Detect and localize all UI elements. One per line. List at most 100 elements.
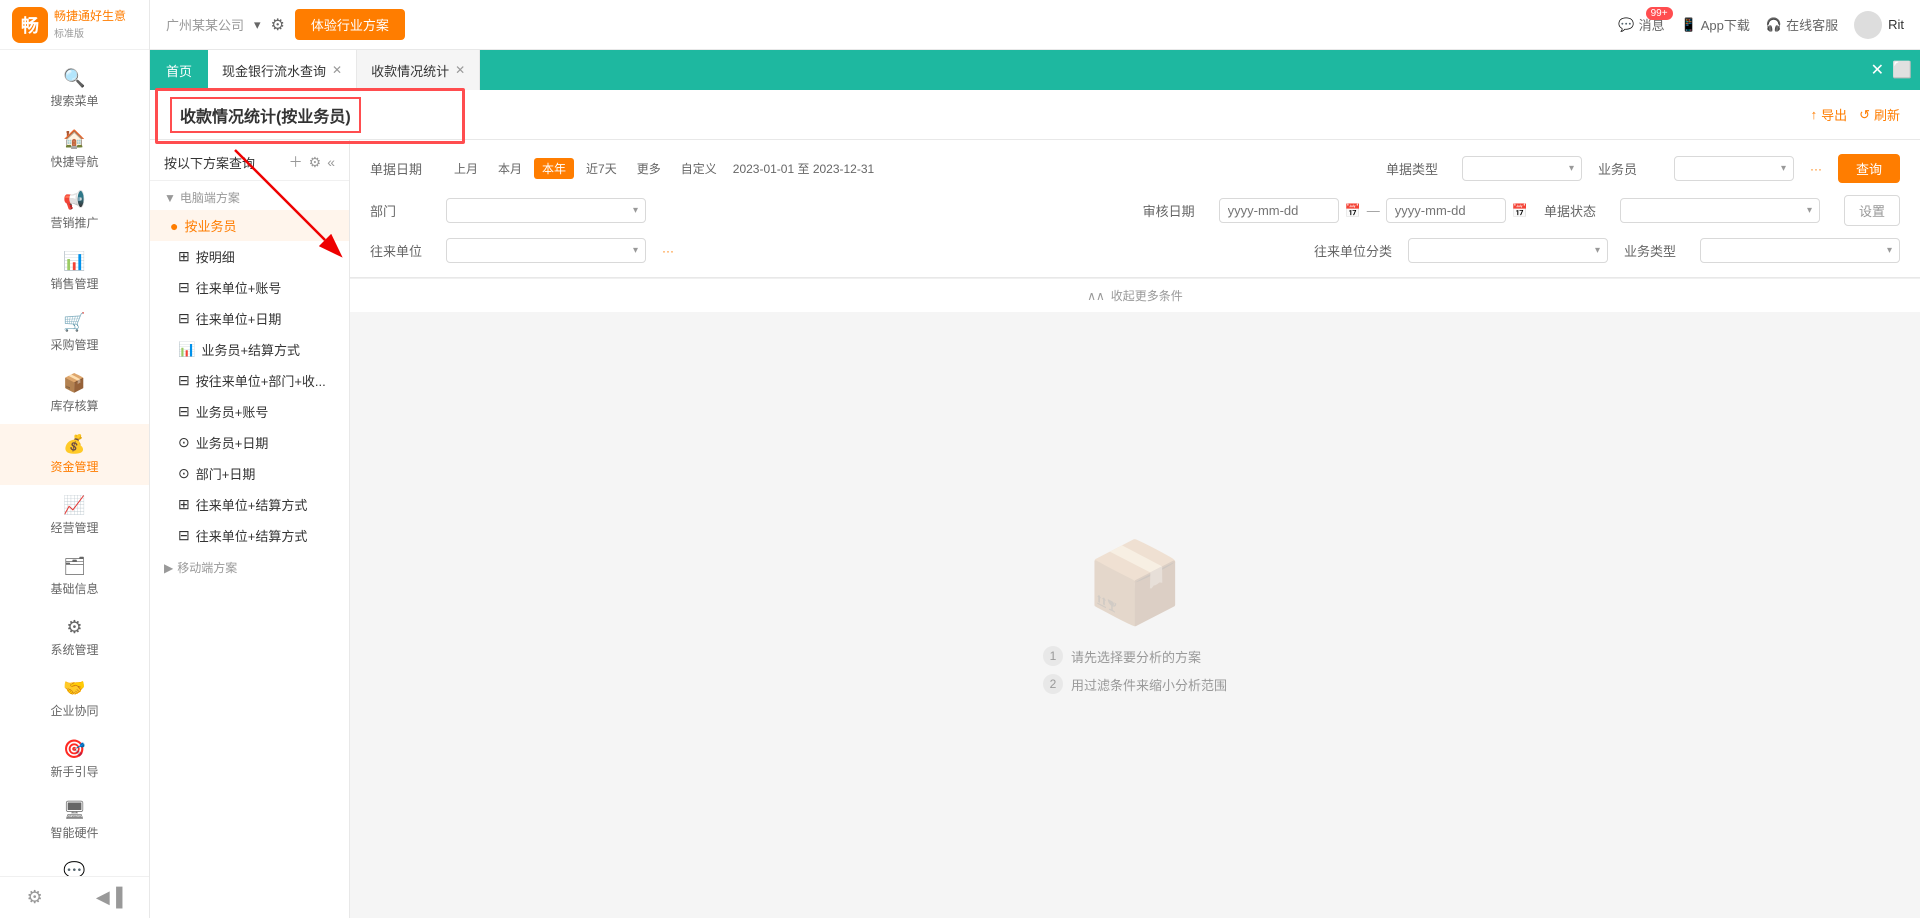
sidebar-item-finance[interactable]: 💰 资金管理 [0, 424, 149, 485]
salesperson-more-btn[interactable]: ··· [1810, 162, 1822, 176]
search-icon: 🔍 [63, 68, 85, 89]
date-tabs: 上月 本月 本年 近7天 更多 自定义 2023-01-01 至 2023-12… [446, 158, 874, 179]
filter-row-1: 单据日期 上月 本月 本年 近7天 更多 自定义 2023-01-01 至 20… [370, 154, 1900, 183]
close-receipt-tab-icon[interactable]: ✕ [455, 63, 465, 77]
partner-category-select[interactable] [1408, 238, 1608, 263]
sidebar-item-guide[interactable]: 🎯 新手引导 [0, 729, 149, 790]
sidebar-item-sales[interactable]: 📊 销售管理 [0, 241, 149, 302]
gear-icon[interactable]: ⚙ [271, 15, 285, 35]
service-label: 在线客服 [1786, 15, 1838, 34]
audit-start-input[interactable] [1219, 198, 1339, 223]
mobile-category[interactable]: ▶ 移动端方案 [150, 551, 349, 580]
logo-area: 畅 畅捷通好生意 标准版 [0, 0, 149, 50]
scheme-settings-icon[interactable]: ⚙ [309, 154, 322, 171]
desktop-category-label: 电脑端方案 [180, 189, 240, 206]
voucher-status-select[interactable] [1620, 198, 1820, 223]
app-download-button[interactable]: 📱 App下载 [1681, 15, 1750, 34]
partner-more-btn[interactable]: ··· [662, 244, 674, 258]
settings-bottom-icon[interactable]: ⚙ [27, 887, 43, 908]
maximize-icon[interactable]: ⬜ [1892, 60, 1912, 80]
scheme-partner-date[interactable]: ⊟ 往来单位+日期 [150, 303, 349, 334]
scheme-dept-date[interactable]: ⊙ 部门+日期 [150, 458, 349, 489]
tip-num-1: 1 [1043, 646, 1063, 666]
sidebar-item-basic[interactable]: 🗂 基础信息 [0, 546, 149, 607]
voucher-status-select-wrapper: ▾ [1620, 198, 1820, 223]
tab-cashflow-label: 现金银行流水查询 [222, 61, 326, 80]
add-scheme-icon[interactable]: ＋ [289, 152, 303, 172]
tab-receipt[interactable]: 收款情况统计 ✕ [357, 50, 480, 90]
content-area: 按以下方案查询 ＋ ⚙ « ▼ 电脑端方案 ● 按业务员 ⊞ [150, 140, 1920, 918]
scheme-partner-settlement-1[interactable]: ⊞ 往来单位+结算方式 [150, 489, 349, 520]
refresh-button[interactable]: ↺ 刷新 [1859, 105, 1900, 124]
trial-button[interactable]: 体验行业方案 [295, 9, 405, 40]
sidebar-item-wechat[interactable]: 💬 企业微信 [0, 851, 149, 876]
scheme-by-salesperson[interactable]: ● 按业务员 [150, 210, 349, 241]
scheme-partner-account[interactable]: ⊟ 往来单位+账号 [150, 272, 349, 303]
tip-text-1: 请先选择要分析的方案 [1071, 647, 1201, 666]
date-tab-this-month[interactable]: 本月 [490, 158, 530, 179]
chart-icon: 📊 [178, 341, 195, 358]
sidebar-item-system[interactable]: ⚙ 系统管理 [0, 607, 149, 668]
scheme-by-detail[interactable]: ⊞ 按明细 [150, 241, 349, 272]
sidebar-item-quicknav[interactable]: 🏠 快捷导航 [0, 119, 149, 180]
audit-end-input[interactable] [1386, 198, 1506, 223]
phone-icon: 📱 [1681, 17, 1697, 33]
voucher-type-select[interactable] [1462, 156, 1582, 181]
messages-button[interactable]: 💬 消息 99+ [1618, 15, 1664, 34]
purchase-icon: 🛒 [63, 312, 85, 333]
breadcrumb: 广州某某公司 [166, 15, 244, 34]
sidebar-item-purchase[interactable]: 🛒 采购管理 [0, 302, 149, 363]
settings-button[interactable]: 设置 [1844, 195, 1900, 226]
salesperson-select[interactable] [1674, 156, 1794, 181]
collapse-panel-icon[interactable]: « [327, 154, 335, 170]
close-all-tabs-icon[interactable]: ✕ [1871, 60, 1884, 80]
biz-type-select[interactable] [1700, 238, 1900, 263]
empty-tip-2: 2 用过滤条件来缩小分析范围 [1043, 674, 1227, 694]
scheme-partner-settlement-2[interactable]: ⊟ 往来单位+结算方式 [150, 520, 349, 551]
audit-end-calendar-icon[interactable]: 📅 [1512, 203, 1528, 219]
audit-start-calendar-icon[interactable]: 📅 [1345, 203, 1361, 219]
circle-icon-1: ⊙ [178, 434, 190, 451]
dept-select[interactable] [446, 198, 646, 223]
sidebar-bottom: ⚙ ◀▐ [0, 876, 149, 918]
date-tab-custom[interactable]: 自定义 [673, 158, 725, 179]
date-tab-this-year[interactable]: 本年 [534, 158, 574, 179]
sidebar-item-search[interactable]: 🔍 搜索菜单 [0, 58, 149, 119]
avatar [1854, 11, 1882, 39]
sidebar-item-hardware[interactable]: 🖥 智能硬件 [0, 790, 149, 851]
tip-text-2: 用过滤条件来缩小分析范围 [1071, 675, 1227, 694]
system-icon: ⚙ [66, 617, 82, 638]
sidebar-item-enterprise[interactable]: 🤝 企业协同 [0, 668, 149, 729]
dropdown-arrow-icon[interactable]: ▾ [254, 17, 261, 33]
date-tab-last-month[interactable]: 上月 [446, 158, 486, 179]
user-menu-button[interactable]: Rit [1854, 11, 1904, 39]
date-tab-more[interactable]: 更多 [629, 158, 669, 179]
collapse-sidebar-icon[interactable]: ◀▐ [96, 887, 123, 908]
panel-header: 按以下方案查询 ＋ ⚙ « [150, 140, 349, 181]
date-tab-7days[interactable]: 近7天 [578, 158, 625, 179]
grid-icon: ⊞ [178, 248, 190, 265]
tab-cashflow[interactable]: 现金银行流水查询 ✕ [208, 50, 357, 90]
close-cashflow-tab-icon[interactable]: ✕ [332, 63, 342, 77]
logo-icon: 畅 [12, 7, 48, 43]
empty-state: 📦 1 请先选择要分析的方案 2 用过滤条件来缩小分析范围 [350, 312, 1920, 918]
scheme-salesperson-account[interactable]: ⊟ 业务员+账号 [150, 396, 349, 427]
scheme-salesperson-settlement[interactable]: 📊 业务员+结算方式 [150, 334, 349, 365]
sidebar-item-inventory[interactable]: 📦 库存核算 [0, 363, 149, 424]
collapse-more-button[interactable]: ∧∧ 收起更多条件 [350, 278, 1920, 312]
partner-category-label: 往来单位分类 [1314, 241, 1392, 260]
basic-icon: 🗂 [63, 556, 86, 577]
export-button[interactable]: ↑ 导出 [1811, 105, 1848, 124]
logo-badge: 标准版 [54, 25, 126, 40]
sidebar-item-marketing[interactable]: 📢 营销推广 [0, 180, 149, 241]
query-button[interactable]: 查询 [1838, 154, 1900, 183]
scheme-partner-dept[interactable]: ⊟ 按往来单位+部门+收... [150, 365, 349, 396]
scheme-salesperson-date[interactable]: ⊙ 业务员+日期 [150, 427, 349, 458]
customer-service-button[interactable]: 🎧 在线客服 [1766, 15, 1838, 34]
sidebar-item-operation[interactable]: 📈 经营管理 [0, 485, 149, 546]
sidebar: 畅 畅捷通好生意 标准版 🔍 搜索菜单 🏠 快捷导航 📢 营销推广 📊 [0, 0, 150, 918]
desktop-category[interactable]: ▼ 电脑端方案 [150, 181, 349, 210]
filter-area: 单据日期 上月 本月 本年 近7天 更多 自定义 2023-01-01 至 20… [350, 140, 1920, 278]
partner-select[interactable] [446, 238, 646, 263]
tab-home[interactable]: 首页 [150, 50, 208, 90]
